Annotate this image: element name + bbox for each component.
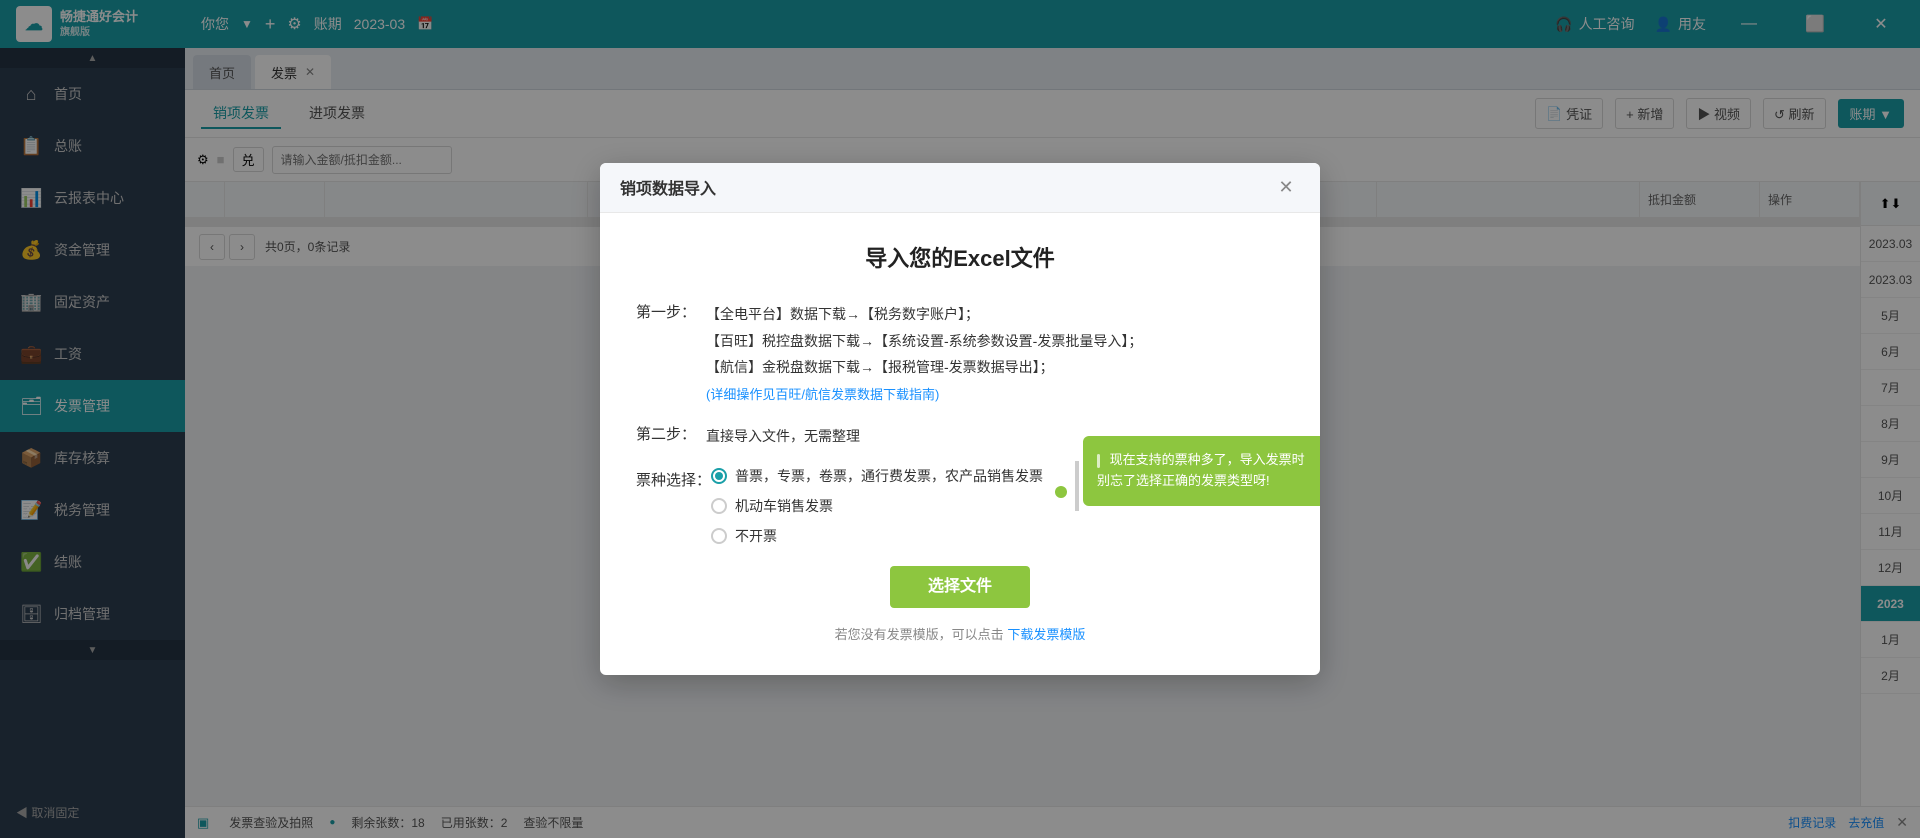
radio-normal-label: 普票，专票，卷票，通行费发票，农产品销售发票 [735,466,1043,486]
modal-header: 销项数据导入 ✕ [600,163,1320,213]
radio-normal-circle [711,468,727,484]
radio-motor[interactable]: 机动车销售发票 [711,496,1043,516]
step1-line3: 【航信】金税盘数据下载→【报税管理-发票数据导出】； [706,354,1142,381]
radio-motor-label: 机动车销售发票 [735,496,833,516]
modal-dialog: 销项数据导入 ✕ 导入您的Excel文件 第一步： 【全电平台】数据下载→【税务… [600,163,1320,675]
radio-group: 普票，专票，卷票，通行费发票，农产品销售发票 机动车销售发票 不开票 [711,466,1043,546]
step1-link-container: (详细操作见百旺/航信发票数据下载指南) [706,381,1142,408]
step1-line2: 【百旺】税控盘数据下载→【系统设置-系统参数设置-发票批量导入】； [706,328,1142,355]
radio-motor-circle [711,498,727,514]
modal-main-title: 导入您的Excel文件 [636,241,1284,273]
tooltip-dot [1055,486,1067,498]
step2-label: 第二步： [636,423,706,444]
tooltip-popup: 现在支持的票种多了，导入发票时别忘了选择正确的发票类型呀! ✕ [1083,436,1320,506]
tooltip-text: 现在支持的票种多了，导入发票时别忘了选择正确的发票类型呀! [1097,452,1305,488]
modal-title: 销项数据导入 [620,175,716,199]
step2-content: 直接导入文件，无需整理 [706,423,860,450]
modal-close-button[interactable]: ✕ [1272,173,1300,201]
tooltip-line [1075,461,1079,511]
radio-normal[interactable]: 普票，专票，卷票，通行费发票，农产品销售发票 [711,466,1043,486]
ticket-type-section: 票种选择： 普票，专票，卷票，通行费发票，农产品销售发票 机动车销售发票 [636,466,1284,546]
select-file-button[interactable]: 选择文件 [890,566,1030,608]
step1-label: 第一步： [636,301,706,322]
radio-none-circle [711,528,727,544]
modal-footer-text: 若您没有发票模版，可以点击 下载发票模版 [636,624,1284,651]
radio-none-label: 不开票 [735,526,777,546]
tooltip-bar-icon [1097,454,1100,468]
step1-content: 【全电平台】数据下载→【税务数字账户】； 【百旺】税控盘数据下载→【系统设置-系… [706,301,1142,407]
download-template-link[interactable]: 下载发票模版 [1007,627,1085,642]
radio-none[interactable]: 不开票 [711,526,1043,546]
step1-line1: 【全电平台】数据下载→【税务数字账户】； [706,301,1142,328]
step1-row: 第一步： 【全电平台】数据下载→【税务数字账户】； 【百旺】税控盘数据下载→【系… [636,301,1284,407]
modal-overlay[interactable]: 销项数据导入 ✕ 导入您的Excel文件 第一步： 【全电平台】数据下载→【税务… [0,0,1920,838]
modal-body: 导入您的Excel文件 第一步： 【全电平台】数据下载→【税务数字账户】； 【百… [600,213,1320,675]
step1-guide-link[interactable]: (详细操作见百旺/航信发票数据下载指南) [706,387,939,402]
ticket-label: 票种选择： [636,466,711,496]
